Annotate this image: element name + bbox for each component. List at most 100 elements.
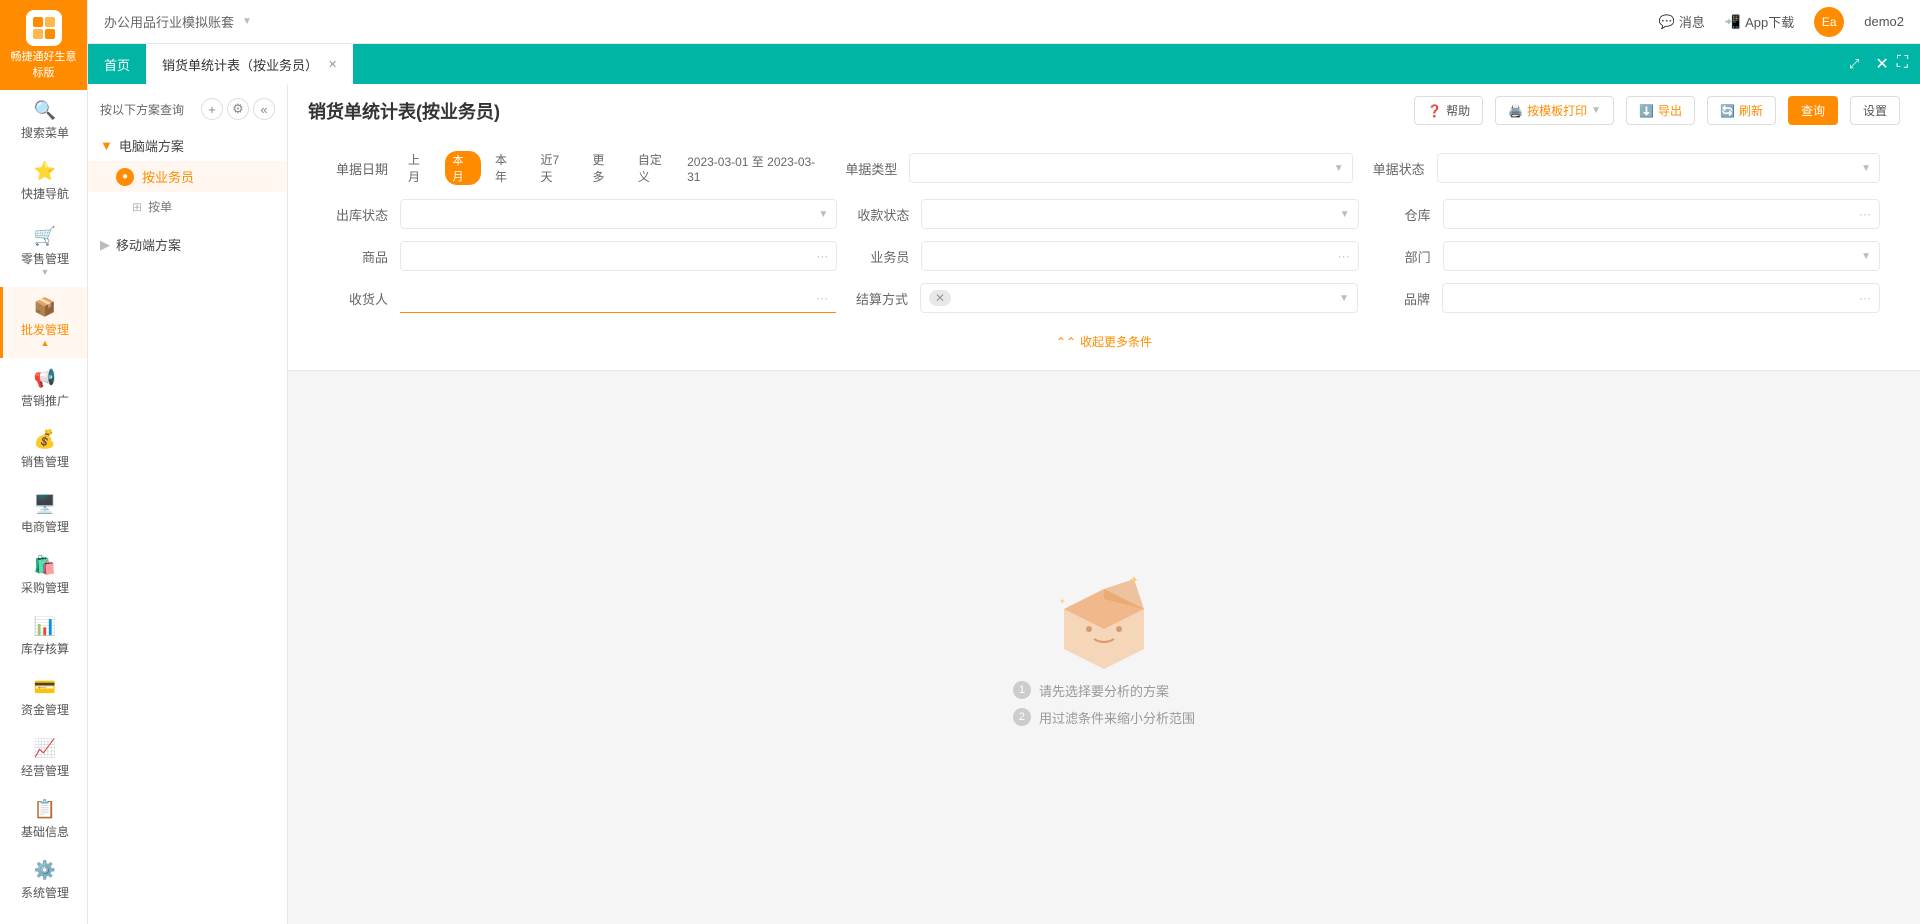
app-logo: 畅捷通好生意 标版 bbox=[0, 0, 88, 90]
sidebar-item-marketing[interactable]: 📢 营销推广 bbox=[0, 358, 88, 419]
star-icon: ⭐ bbox=[34, 161, 56, 182]
settle-control[interactable]: ✕ ▼ bbox=[920, 283, 1358, 313]
empty-state: ✦ ✦ 1 请先选择要分析的方案 2 用过滤条件来缩 bbox=[288, 371, 1920, 924]
finance-icon: 💳 bbox=[34, 677, 56, 698]
consignee-control[interactable]: ··· bbox=[400, 283, 836, 313]
collapse-panel-btn[interactable]: « bbox=[253, 98, 275, 120]
breadcrumb-chevron[interactable]: ▼ bbox=[242, 16, 252, 27]
filter-area: 单据日期 上月 本月 本年 近7天 更多 自定义 2023-03-01 至 20… bbox=[308, 137, 1900, 370]
print-icon: 🖨️ bbox=[1508, 104, 1523, 118]
help-label: 帮助 bbox=[1446, 102, 1470, 119]
export-btn[interactable]: ⬇️ 导出 bbox=[1626, 96, 1695, 125]
sidebar-item-quick-nav[interactable]: ⭐ 快捷导航 bbox=[0, 151, 88, 212]
message-action[interactable]: 💬 消息 bbox=[1659, 12, 1705, 31]
settings-scheme-btn[interactable]: ⚙ bbox=[227, 98, 249, 120]
help-btn[interactable]: ❓ 帮助 bbox=[1414, 96, 1483, 125]
doc-status-control[interactable]: ▼ bbox=[1437, 153, 1880, 183]
sidebar-item-inventory[interactable]: 📊 库存核算 bbox=[0, 606, 88, 667]
collapse-btn[interactable]: ⌃⌃ 收起更多条件 bbox=[1044, 329, 1164, 354]
by-staff-label: 按业务员 bbox=[142, 167, 194, 186]
scheme-group-mobile[interactable]: ▶ 移动端方案 bbox=[88, 229, 287, 260]
sidebar-item-finance[interactable]: 💳 资金管理 bbox=[0, 667, 88, 728]
doc-status-label: 单据状态 bbox=[1365, 159, 1425, 178]
settings-filter-btn[interactable]: 设置 bbox=[1850, 96, 1900, 125]
out-status-chevron: ▼ bbox=[818, 209, 828, 220]
collect-status-control[interactable]: ▼ bbox=[921, 199, 1358, 229]
settle-close[interactable]: ✕ bbox=[935, 291, 945, 305]
mobile-group-arrow: ▶ bbox=[100, 237, 110, 253]
warehouse-control[interactable]: ··· bbox=[1443, 199, 1880, 229]
brand-dots: ··· bbox=[1859, 291, 1871, 305]
sidebar-item-sales[interactable]: 💰 销售管理 bbox=[0, 419, 88, 480]
marketing-icon: 📢 bbox=[34, 368, 56, 389]
dept-control[interactable]: ▼ bbox=[1443, 241, 1880, 271]
add-scheme-btn[interactable]: + bbox=[201, 98, 223, 120]
app-subtitle: 标版 bbox=[33, 64, 55, 80]
svg-text:✦: ✦ bbox=[1129, 573, 1139, 587]
user-avatar[interactable]: Ea bbox=[1814, 7, 1844, 37]
date-tab-custom[interactable]: 自定义 bbox=[630, 149, 681, 187]
page-title-row: 销货单统计表(按业务员) ❓ 帮助 🖨️ 按模板打印 ▼ ⬇️ bbox=[308, 96, 1900, 125]
sidebar-item-basic-info[interactable]: 📋 基础信息 bbox=[0, 789, 88, 850]
sidebar-item-enterprise[interactable]: 🤝 企业协同 bbox=[0, 911, 88, 924]
warehouse-dots: ··· bbox=[1859, 207, 1871, 221]
sidebar-item-search[interactable]: 🔍 搜索菜单 bbox=[0, 90, 88, 151]
brand-control[interactable]: ··· bbox=[1442, 283, 1880, 313]
staff-dots: ··· bbox=[1338, 249, 1350, 263]
sidebar-item-retail[interactable]: 🛒 零售管理 ▼ bbox=[0, 216, 88, 287]
system-icon: ⚙️ bbox=[34, 860, 56, 881]
goods-control[interactable]: ··· bbox=[400, 241, 837, 271]
consignee-dots: ··· bbox=[816, 291, 828, 305]
out-status-label: 出库状态 bbox=[328, 205, 388, 224]
tab-close-icon[interactable]: ✕ bbox=[328, 58, 337, 71]
scheme-sub-by-order[interactable]: ⊞ 按单 bbox=[88, 192, 287, 221]
brand-label: 品牌 bbox=[1370, 289, 1430, 308]
left-panel-title: 按以下方案查询 bbox=[100, 101, 184, 118]
doc-status-chevron: ▼ bbox=[1861, 163, 1871, 174]
sidebar-item-purchase[interactable]: 🛍️ 采购管理 bbox=[0, 545, 88, 606]
scheme-item-by-staff[interactable]: ● 按业务员 bbox=[88, 161, 287, 192]
query-btn[interactable]: 查询 bbox=[1788, 96, 1838, 125]
app-download-action[interactable]: 📲 App下载 bbox=[1725, 12, 1794, 31]
collapse-row: ⌃⌃ 收起更多条件 bbox=[328, 325, 1880, 358]
tab-bar-close-icon[interactable]: ✕ bbox=[1875, 54, 1888, 74]
sidebar-item-system[interactable]: ⚙️ 系统管理 bbox=[0, 850, 88, 911]
mobile-group-label: 移动端方案 bbox=[116, 235, 181, 254]
sidebar-item-operations[interactable]: 📈 经营管理 bbox=[0, 728, 88, 789]
doc-type-control[interactable]: ▼ bbox=[909, 153, 1352, 183]
goods-label: 商品 bbox=[328, 247, 388, 266]
hint-num-2: 2 bbox=[1013, 708, 1031, 726]
date-tab-last-7[interactable]: 近7天 bbox=[532, 149, 578, 187]
tab-home[interactable]: 首页 bbox=[88, 44, 146, 84]
username[interactable]: demo2 bbox=[1864, 14, 1904, 29]
collect-status-label: 收款状态 bbox=[849, 205, 909, 224]
filter-row-1: 单据日期 上月 本月 本年 近7天 更多 自定义 2023-03-01 至 20… bbox=[328, 149, 1880, 187]
out-status-control[interactable]: ▼ bbox=[400, 199, 837, 229]
date-tab-current-month[interactable]: 本月 bbox=[445, 151, 481, 185]
home-tab-label: 首页 bbox=[104, 55, 130, 74]
sidebar-item-retail-label: 零售管理 bbox=[21, 250, 69, 267]
date-tab-current-year[interactable]: 本年 bbox=[487, 149, 526, 187]
scheme-group-desktop[interactable]: ▼ 电脑端方案 bbox=[88, 130, 287, 161]
refresh-btn[interactable]: 🔄 刷新 bbox=[1707, 96, 1776, 125]
print-chevron: ▼ bbox=[1591, 105, 1601, 116]
print-btn[interactable]: 🖨️ 按模板打印 ▼ bbox=[1495, 96, 1614, 125]
tab-sales-stat[interactable]: 销货单统计表（按业务员） ✕ bbox=[146, 44, 353, 84]
top-header: 办公用品行业模拟账套 ▼ 💬 消息 📲 App下载 Ea demo2 bbox=[88, 0, 1920, 44]
warehouse-label: 仓库 bbox=[1371, 205, 1431, 224]
sidebar-item-wholesale[interactable]: 📦 批发管理 ▲ bbox=[0, 287, 88, 358]
date-tab-more[interactable]: 更多 bbox=[584, 149, 623, 187]
sidebar-item-ecommerce[interactable]: 🖥️ 电商管理 bbox=[0, 484, 88, 545]
by-order-label: 按单 bbox=[148, 198, 172, 215]
sidebar-item-purchase-label: 采购管理 bbox=[21, 579, 69, 596]
date-range: 2023-03-01 至 2023-03-31 bbox=[687, 153, 825, 184]
print-label: 按模板打印 bbox=[1527, 102, 1587, 119]
consignee-label: 收货人 bbox=[328, 289, 388, 308]
date-tab-last-month[interactable]: 上月 bbox=[400, 149, 439, 187]
basic-info-icon: 📋 bbox=[34, 799, 56, 820]
by-staff-icon: ● bbox=[116, 168, 134, 186]
staff-control[interactable]: ··· bbox=[921, 241, 1358, 271]
desktop-group-arrow: ▼ bbox=[100, 138, 113, 153]
tab-expand-btn[interactable]: ⤢ bbox=[1837, 56, 1871, 72]
tab-bar-fullscreen-icon[interactable]: ⛶ bbox=[1897, 54, 1908, 74]
